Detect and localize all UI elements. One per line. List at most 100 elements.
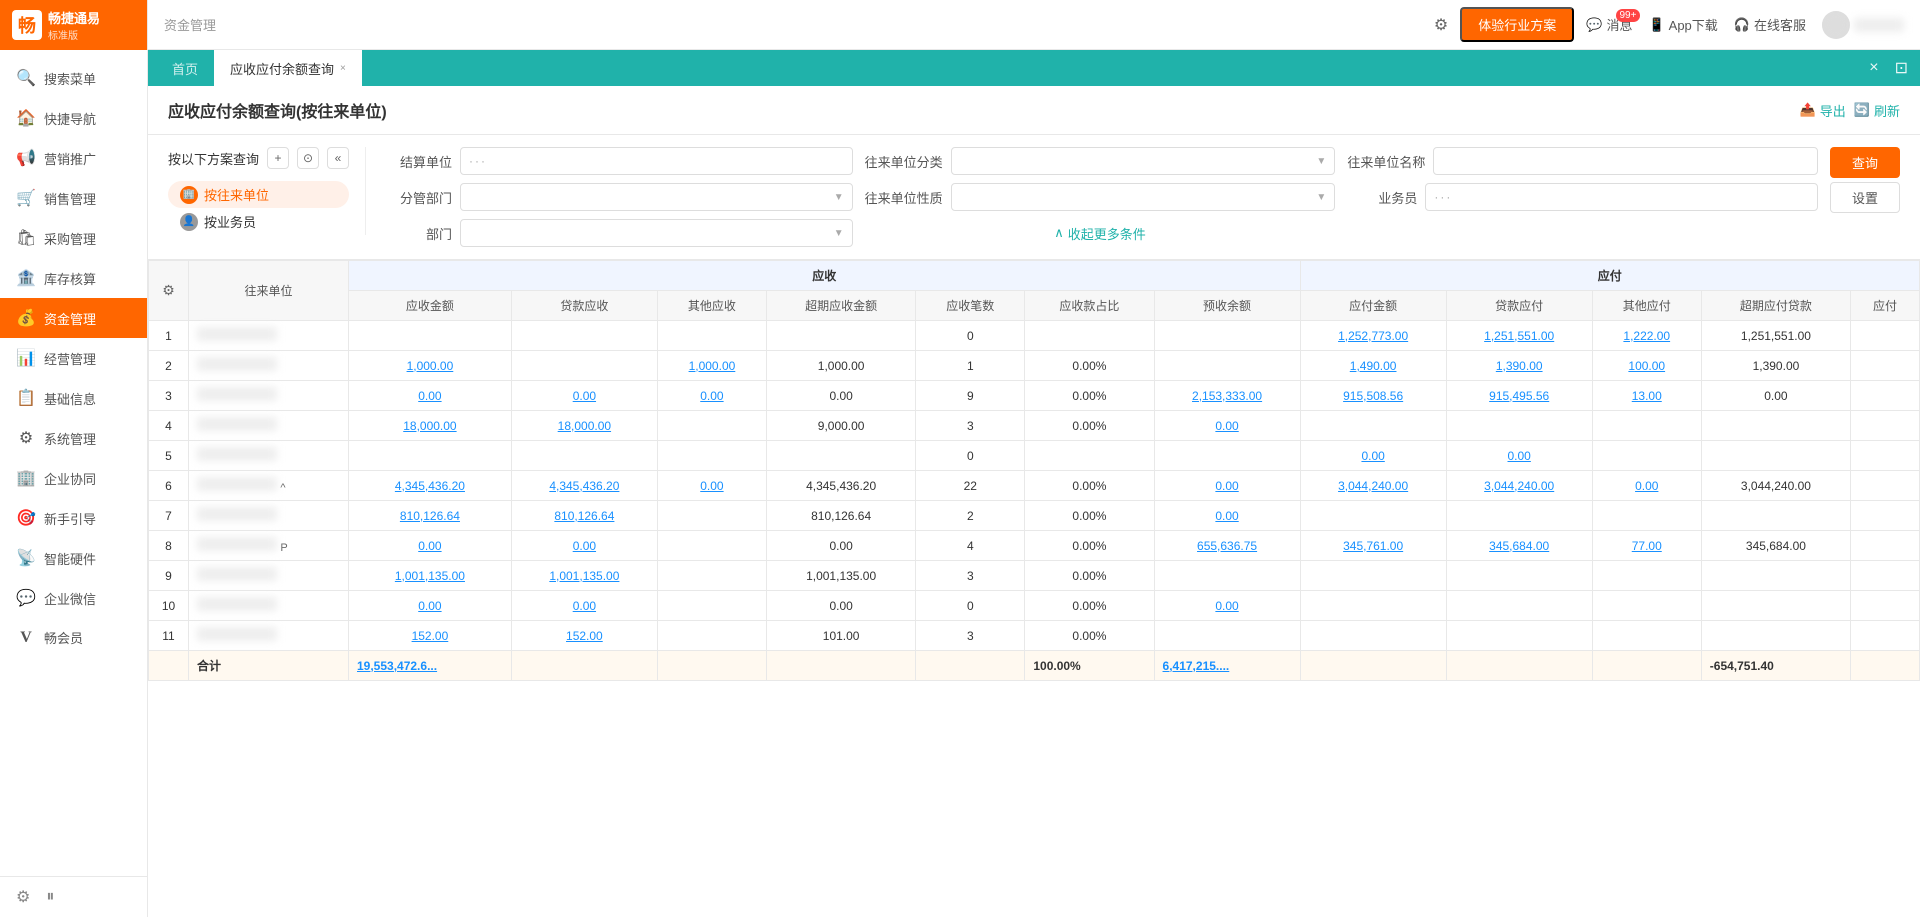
service-action[interactable]: 🎧 在线客服 [1734,15,1806,34]
sidebar-item-marketing[interactable]: 📢 营销推广 [0,138,147,178]
cell-ar-count: 0 [916,321,1025,351]
cell-ap-overdue: 0.00 [1701,381,1850,411]
input-salesperson[interactable]: ··· [1425,183,1818,211]
filter-area: 按以下方案查询 + ⊙ « 🏢 按往来单位 👤 按业务员 [148,135,1920,260]
scheme-by-staff[interactable]: 👤 按业务员 [168,208,349,235]
filter-department: 部门 ▼ [382,219,853,247]
filter-row-1: 结算单位 ··· 往来单位分类 ▼ [382,147,1818,175]
collapse-icon: ∧ [1054,225,1064,241]
cell-ar-ratio: 0.00% [1025,351,1154,381]
app-action[interactable]: 📱 App下载 [1648,15,1717,34]
label-department: 部门 [382,224,452,243]
cell-ar-loan: 810,126.64 [511,501,657,531]
input-department[interactable]: ▼ [460,219,853,247]
breadcrumb-text: 资金管理 [164,15,216,34]
add-scheme-button[interactable]: + [267,147,289,169]
user-menu[interactable] [1822,11,1904,39]
header-gear-icon[interactable]: ⚙ [1434,15,1448,35]
cell-ap-amount [1300,591,1446,621]
cell-ar-other [657,441,766,471]
footer-ar-prepaid: 6,417,215.... [1154,651,1300,681]
query-button[interactable]: 查询 [1830,147,1900,178]
cell-ar-ratio: 0.00% [1025,591,1154,621]
window-close-icon[interactable]: × [1865,59,1882,77]
cell-ap-rest [1851,351,1920,381]
sidebar-item-purchase[interactable]: 🛍 采购管理 [0,218,147,258]
cell-ar-ratio: 0.00% [1025,381,1154,411]
app-icon: 📱 [1648,17,1664,33]
cell-ap-rest [1851,531,1920,561]
sidebar-item-quick-nav[interactable]: 🏠 快捷导航 [0,98,147,138]
input-partner-name[interactable] [1433,147,1818,175]
sidebar-item-inventory[interactable]: 🏦 库存核算 [0,258,147,298]
sidebar-item-corp-wechat[interactable]: 💬 企业微信 [0,578,147,618]
input-partner-category[interactable]: ▼ [951,147,1336,175]
message-icon: 💬 [1586,17,1602,33]
cell-ap-loan: 1,390.00 [1446,351,1592,381]
label-partner-name: 往来单位名称 [1347,152,1425,171]
tab-ar-ap[interactable]: 应收应付余额查询 × [214,50,362,86]
sidebar-item-member[interactable]: V 畅会员 [0,618,147,657]
sidebar-item-base-info[interactable]: 📋 基础信息 [0,378,147,418]
row-num: 7 [149,501,189,531]
scheme-by-unit[interactable]: 🏢 按往来单位 [168,181,349,208]
input-partner-nature[interactable]: ▼ [951,183,1336,211]
th-settings[interactable]: ⚙ [149,261,189,321]
page-actions: 📤 导出 🔄 刷新 [1800,101,1900,120]
cell-ar-prepaid: 0.00 [1154,411,1300,441]
cell-ap-loan [1446,591,1592,621]
sidebar-item-sales[interactable]: 🛒 销售管理 [0,178,147,218]
cell-ar-other: 1,000.00 [657,351,766,381]
system-icon: ⚙ [16,428,36,448]
table-footer: 合计 19,553,472.6... 100.00% 6,417,215....… [149,651,1920,681]
cell-ap-overdue [1701,561,1850,591]
sidebar-item-corp-collab[interactable]: 🏢 企业协同 [0,458,147,498]
search-icon: 🔍 [16,68,36,88]
data-table: ⚙ 往来单位 应收 应付 应收金额 贷款应收 其他应收 超期应收金额 应收笔数 … [148,260,1920,681]
cell-ar-count: 0 [916,441,1025,471]
cell-ar-amount: 1,000.00 [349,351,512,381]
input-settlement-unit[interactable]: ··· [460,147,853,175]
collapse-label: 收起更多条件 [1068,224,1146,243]
export-button[interactable]: 📤 导出 [1800,101,1846,120]
filter-salesperson: 业务员 ··· [1347,183,1818,211]
sidebar-item-smart-hw[interactable]: 📡 智能硬件 [0,538,147,578]
tab-home[interactable]: 首页 [156,50,214,86]
main-content: 应收应付余额查询(按往来单位) 📤 导出 🔄 刷新 按以下方案查询 + ⊙ « [148,86,1920,917]
edit-scheme-button[interactable]: ⊙ [297,147,319,169]
cell-ap-rest [1851,321,1920,351]
sales-icon: 🛒 [16,188,36,208]
window-maximize-icon[interactable]: ⊡ [1891,58,1912,78]
sidebar-item-system[interactable]: ⚙ 系统管理 [0,418,147,458]
message-action[interactable]: 💬 消息 99+ [1586,15,1632,34]
cell-ap-rest [1851,591,1920,621]
cell-ap-amount: 1,490.00 [1300,351,1446,381]
collapse-scheme-button[interactable]: « [327,147,349,169]
cell-ar-loan [511,321,657,351]
filter-partner-category: 往来单位分类 ▼ [865,147,1336,175]
tab-close-icon[interactable]: × [340,63,346,74]
inventory-icon: 🏦 [16,268,36,288]
refresh-button[interactable]: 🔄 刷新 [1854,101,1900,120]
promo-button[interactable]: 体验行业方案 [1460,7,1574,42]
sidebar-menu: 🔍 搜索菜单 🏠 快捷导航 📢 营销推广 🛒 销售管理 🛍 采购管理 🏦 库存核… [0,50,147,876]
logo-icon: 畅 [12,10,42,40]
marketing-icon: 📢 [16,148,36,168]
settings-footer-icon[interactable]: ⚙ [16,887,30,907]
settings-button[interactable]: 设置 [1830,182,1900,213]
collapse-more[interactable]: ∧ 收起更多条件 [865,219,1336,247]
cell-ar-ratio [1025,441,1154,471]
sidebar-item-guide[interactable]: 🎯 新手引导 [0,498,147,538]
cell-ar-count: 22 [916,471,1025,501]
footer-settings-cell [149,651,189,681]
input-dept[interactable]: ▼ [460,183,853,211]
th-ar-amount: 应收金额 [349,291,512,321]
th-ap-other: 其他应付 [1592,291,1701,321]
sidebar-item-operations[interactable]: 📊 经营管理 [0,338,147,378]
cell-ar-other [657,591,766,621]
cell-ar-count: 3 [916,411,1025,441]
col-settings-icon[interactable]: ⚙ [162,282,175,298]
sidebar-item-finance[interactable]: 💰 资金管理 [0,298,147,338]
collapse-sidebar-icon[interactable]: ⏸ [46,888,54,906]
sidebar-item-search[interactable]: 🔍 搜索菜单 [0,58,147,98]
